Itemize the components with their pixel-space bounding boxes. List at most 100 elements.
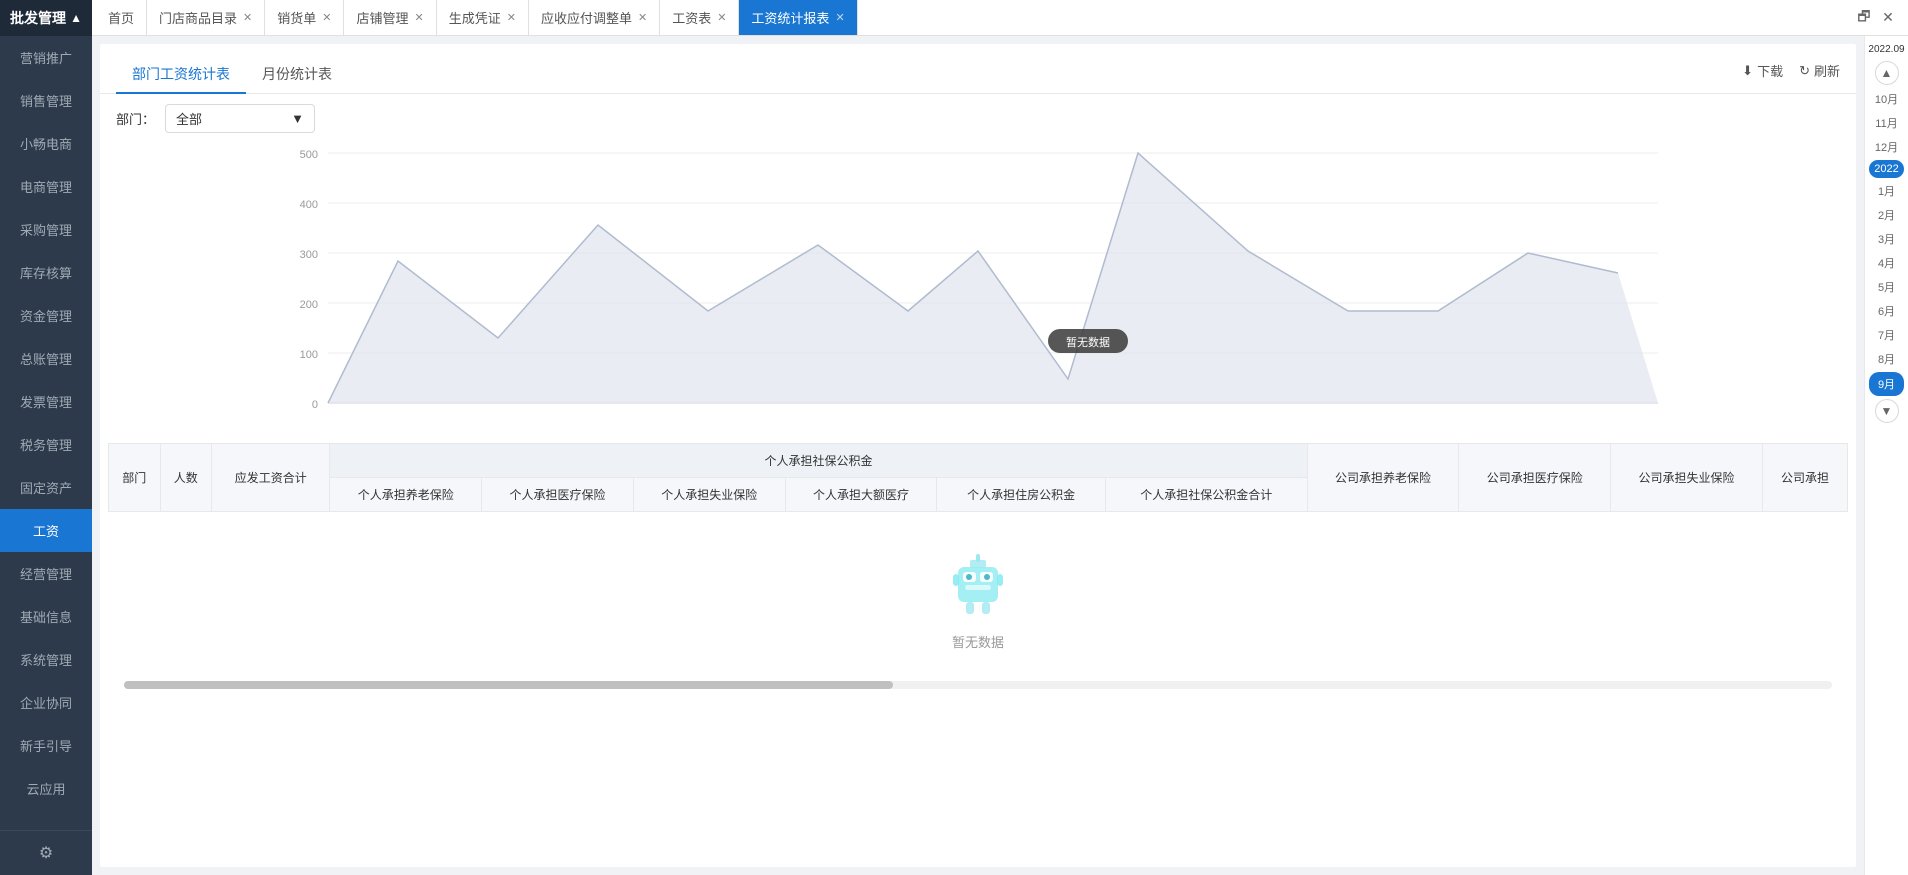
timeline-dec[interactable]: 12月 xyxy=(1865,135,1908,159)
tab-store[interactable]: 店铺管理 ✕ xyxy=(344,0,436,36)
restore-button[interactable]: 🗗 xyxy=(1856,10,1872,26)
col-total: 应发工资合计 xyxy=(212,444,330,512)
download-icon: ⬇ xyxy=(1742,63,1753,79)
col-housing-ind: 个人承担住房公积金 xyxy=(937,478,1105,512)
sidebar-item-fund[interactable]: 资金管理 xyxy=(0,294,92,337)
sub-tab-dept[interactable]: 部门工资统计表 xyxy=(116,56,246,94)
data-table: 部门 人数 应发工资合计 个人承担社保公积金 公司承担养老保险 公司承担医疗保险… xyxy=(108,443,1848,512)
download-button[interactable]: ⬇ 下载 xyxy=(1742,61,1783,80)
content-area: 部门工资统计表 月份统计表 ⬇ 下载 ↻ 刷新 xyxy=(92,36,1908,875)
svg-text:100: 100 xyxy=(300,349,318,361)
timeline-panel: 2022.09 ▲ 10月 11月 12月 2022 1月 2月 3月 4月 5… xyxy=(1864,36,1908,875)
col-unemp-ind: 个人承担失业保险 xyxy=(633,478,785,512)
tab-voucher[interactable]: 生成凭证 ✕ xyxy=(437,0,529,36)
timeline-up-nav[interactable]: ▲ xyxy=(1875,61,1899,85)
sidebar-item-marketing[interactable]: 营销推广 xyxy=(0,36,92,79)
svg-text:暂无数据: 暂无数据 xyxy=(1066,335,1110,349)
refresh-button[interactable]: ↻ 刷新 xyxy=(1799,61,1840,80)
sidebar-item-sales[interactable]: 销售管理 xyxy=(0,79,92,122)
tab-close-salary-report[interactable]: ✕ xyxy=(835,11,844,24)
sidebar-item-ecom[interactable]: 电商管理 xyxy=(0,165,92,208)
empty-text: 暂无数据 xyxy=(952,632,1004,651)
col-dept: 部门 xyxy=(109,444,161,512)
sidebar-item-assets[interactable]: 固定资产 xyxy=(0,466,92,509)
dept-filter-select[interactable]: 全部 ▼ xyxy=(165,104,315,133)
sidebar-top-menu[interactable]: 批发管理 ▲ xyxy=(0,0,92,36)
sidebar-items-list: 营销推广 销售管理 小畅电商 电商管理 采购管理 库存核算 资金管理 总账管理 … xyxy=(0,36,92,830)
sub-tab-actions: ⬇ 下载 ↻ 刷新 xyxy=(1742,61,1840,88)
sidebar-item-tax[interactable]: 税务管理 xyxy=(0,423,92,466)
sidebar-item-invoice[interactable]: 发票管理 xyxy=(0,380,92,423)
tab-goods[interactable]: 门店商品目录 ✕ xyxy=(147,0,265,36)
svg-text:0: 0 xyxy=(312,399,318,411)
col-medical-ind: 个人承担医疗保险 xyxy=(482,478,634,512)
tab-bar: 首页 门店商品目录 ✕ 销货单 ✕ 店铺管理 ✕ 生成凭证 ✕ 应收应付调整单 … xyxy=(92,0,1908,36)
horizontal-scrollbar[interactable] xyxy=(124,681,1832,689)
tab-close-receivable[interactable]: ✕ xyxy=(638,11,647,24)
svg-text:400: 400 xyxy=(300,199,318,211)
col-serious-ill: 个人承担大额医疗 xyxy=(785,478,937,512)
tab-payroll[interactable]: 工资表 ✕ xyxy=(660,0,739,36)
tab-salary-report[interactable]: 工资统计报表 ✕ xyxy=(739,0,857,36)
timeline-year-2022[interactable]: 2022 xyxy=(1869,160,1904,178)
sidebar-item-ledger[interactable]: 总账管理 xyxy=(0,337,92,380)
table-section: 部门 人数 应发工资合计 个人承担社保公积金 公司承担养老保险 公司承担医疗保险… xyxy=(108,443,1848,867)
sidebar-item-purchase[interactable]: 采购管理 xyxy=(0,208,92,251)
sidebar-item-salary[interactable]: 工资 xyxy=(0,509,92,552)
sidebar: 批发管理 ▲ 营销推广 销售管理 小畅电商 电商管理 采购管理 库存核算 资金管… xyxy=(0,0,92,875)
sidebar-top-label: 批发管理 xyxy=(10,8,66,28)
sidebar-item-apps[interactable]: 云应用 xyxy=(0,767,92,810)
chevron-down-icon: ▼ xyxy=(291,111,304,126)
sidebar-item-mini[interactable]: 小畅电商 xyxy=(0,122,92,165)
tab-home[interactable]: 首页 xyxy=(96,0,147,36)
col-pension-com: 公司承担养老保险 xyxy=(1307,444,1459,512)
window-controls: 🗗 ✕ xyxy=(1856,10,1904,26)
settings-button[interactable]: ⚙ xyxy=(0,830,92,875)
sidebar-item-guide[interactable]: 新手引导 xyxy=(0,724,92,767)
col-group-individual: 个人承担社保公积金 xyxy=(330,444,1307,478)
tab-close-voucher[interactable]: ✕ xyxy=(507,11,516,24)
sidebar-top-arrow: ▲ xyxy=(70,11,82,25)
tab-sales-order[interactable]: 销货单 ✕ xyxy=(265,0,344,36)
filter-label: 部门： xyxy=(116,109,155,128)
sidebar-item-stock[interactable]: 库存核算 xyxy=(0,251,92,294)
timeline-jun[interactable]: 6月 xyxy=(1865,299,1908,323)
tab-close-sales-order[interactable]: ✕ xyxy=(322,11,331,24)
sidebar-item-base[interactable]: 基础信息 xyxy=(0,595,92,638)
timeline-oct[interactable]: 10月 xyxy=(1865,87,1908,111)
scrollbar-thumb[interactable] xyxy=(124,681,893,689)
timeline-feb[interactable]: 2月 xyxy=(1865,203,1908,227)
timeline-jul[interactable]: 7月 xyxy=(1865,323,1908,347)
chart-area: 500 400 300 200 100 0 xyxy=(100,143,1856,443)
filter-row: 部门： 全部 ▼ xyxy=(100,94,1856,143)
sub-tabs: 部门工资统计表 月份统计表 ⬇ 下载 ↻ 刷新 xyxy=(100,44,1856,94)
main-area: 首页 门店商品目录 ✕ 销货单 ✕ 店铺管理 ✕ 生成凭证 ✕ 应收应付调整单 … xyxy=(92,0,1908,875)
gear-icon: ⚙ xyxy=(39,845,53,862)
col-housing-com: 公司承担 xyxy=(1762,444,1847,512)
timeline-down-nav[interactable]: ▼ xyxy=(1875,399,1899,423)
refresh-icon: ↻ xyxy=(1799,63,1810,79)
tab-receivable[interactable]: 应收应付调整单 ✕ xyxy=(529,0,660,36)
tab-close-store[interactable]: ✕ xyxy=(415,11,424,24)
col-unemp-com: 公司承担失业保险 xyxy=(1611,444,1763,512)
timeline-may[interactable]: 5月 xyxy=(1865,275,1908,299)
svg-text:300: 300 xyxy=(300,249,318,261)
page-content: 部门工资统计表 月份统计表 ⬇ 下载 ↻ 刷新 xyxy=(100,44,1856,867)
sidebar-item-ops[interactable]: 经营管理 xyxy=(0,552,92,595)
col-pension-ind: 个人承担养老保险 xyxy=(330,478,482,512)
col-medical-com: 公司承担医疗保险 xyxy=(1459,444,1611,512)
timeline-nov[interactable]: 11月 xyxy=(1865,111,1908,135)
tab-close-payroll[interactable]: ✕ xyxy=(717,11,726,24)
tab-close-goods[interactable]: ✕ xyxy=(243,11,252,24)
timeline-jan[interactable]: 1月 xyxy=(1865,179,1908,203)
timeline-mar[interactable]: 3月 xyxy=(1865,227,1908,251)
timeline-sep[interactable]: 9月 xyxy=(1869,372,1904,396)
timeline-apr[interactable]: 4月 xyxy=(1865,251,1908,275)
sub-tab-month[interactable]: 月份统计表 xyxy=(246,56,348,94)
close-button[interactable]: ✕ xyxy=(1880,10,1896,26)
timeline-aug[interactable]: 8月 xyxy=(1865,347,1908,371)
sidebar-item-corp[interactable]: 企业协同 xyxy=(0,681,92,724)
empty-robot-icon xyxy=(938,542,1018,622)
timeline-current-label: 2022.09 xyxy=(1868,40,1904,59)
sidebar-item-sys[interactable]: 系统管理 xyxy=(0,638,92,681)
